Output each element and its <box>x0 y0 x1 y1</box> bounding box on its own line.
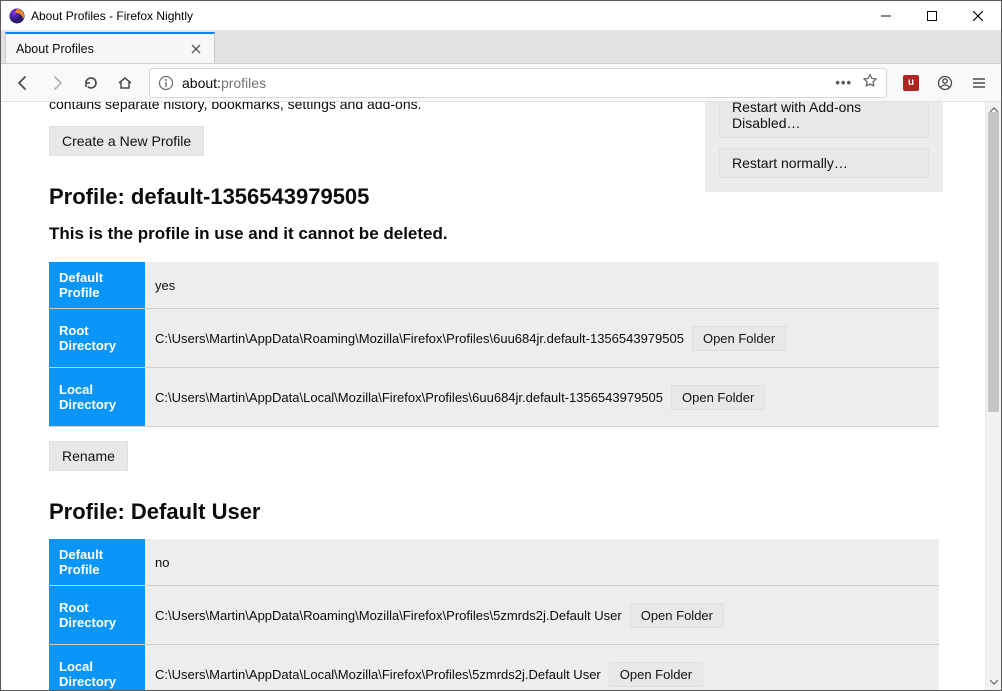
home-button[interactable] <box>109 68 141 98</box>
label-default-profile: Default Profile <box>49 262 145 309</box>
restart-normally-button[interactable]: Restart normally… <box>719 148 929 178</box>
browser-content: Restart with Add-ons Disabled… Restart n… <box>1 102 1001 690</box>
url-bar[interactable]: about:profiles ••• <box>149 68 887 98</box>
back-button[interactable] <box>7 68 39 98</box>
open-folder-button[interactable]: Open Folder <box>609 662 703 687</box>
open-folder-button[interactable]: Open Folder <box>671 385 765 410</box>
bookmark-star-icon[interactable] <box>862 73 878 92</box>
vertical-scrollbar[interactable] <box>985 102 1001 690</box>
site-info-icon[interactable] <box>158 75 174 91</box>
url-text: about:profiles <box>182 75 266 91</box>
minimize-button[interactable] <box>863 1 909 30</box>
reload-button[interactable] <box>75 68 107 98</box>
value-default-profile: no <box>145 539 939 586</box>
ublock-icon[interactable]: u <box>895 68 927 98</box>
label-root-directory: Root Directory <box>49 309 145 368</box>
tab-title: About Profiles <box>16 42 94 56</box>
profile-in-use-note: This is the profile in use and it cannot… <box>49 224 969 244</box>
label-default-profile: Default Profile <box>49 539 145 586</box>
value-root-directory: C:\Users\Martin\AppData\Roaming\Mozilla\… <box>155 608 622 623</box>
value-local-directory: C:\Users\Martin\AppData\Local\Mozilla\Fi… <box>155 667 601 682</box>
close-button[interactable] <box>955 1 1001 30</box>
restart-sidebar: Restart with Add-ons Disabled… Restart n… <box>705 102 943 192</box>
firefox-nightly-icon <box>9 8 25 24</box>
open-folder-button[interactable]: Open Folder <box>630 603 724 628</box>
open-folder-button[interactable]: Open Folder <box>692 326 786 351</box>
tab-strip: About Profiles <box>1 31 1001 64</box>
create-profile-button[interactable]: Create a New Profile <box>49 126 204 156</box>
label-root-directory: Root Directory <box>49 586 145 645</box>
page-actions-icon[interactable]: ••• <box>835 75 852 90</box>
tab-about-profiles[interactable]: About Profiles <box>5 32 215 63</box>
window-controls <box>863 1 1001 30</box>
value-root-directory: C:\Users\Martin\AppData\Roaming\Mozilla\… <box>155 331 684 346</box>
maximize-button[interactable] <box>909 1 955 30</box>
forward-button[interactable] <box>41 68 73 98</box>
navigation-toolbar: about:profiles ••• u <box>1 64 1001 102</box>
rename-button[interactable]: Rename <box>49 441 128 471</box>
value-default-profile: yes <box>145 262 939 309</box>
account-icon[interactable] <box>929 68 961 98</box>
window: About Profiles - Firefox Nightly About P… <box>0 0 1002 691</box>
tab-close-icon[interactable] <box>188 41 204 57</box>
window-title: About Profiles - Firefox Nightly <box>31 9 193 23</box>
profile-table: Default Profile no Root Directory C:\Use… <box>49 539 939 690</box>
page: Restart with Add-ons Disabled… Restart n… <box>1 102 969 690</box>
scrollbar-thumb[interactable] <box>988 112 999 412</box>
value-local-directory: C:\Users\Martin\AppData\Local\Mozilla\Fi… <box>155 390 663 405</box>
restart-addons-disabled-button[interactable]: Restart with Add-ons Disabled… <box>719 102 929 138</box>
app-menu-icon[interactable] <box>963 68 995 98</box>
label-local-directory: Local Directory <box>49 645 145 691</box>
label-local-directory: Local Directory <box>49 368 145 427</box>
scroll-down-icon[interactable] <box>986 674 1001 690</box>
titlebar: About Profiles - Firefox Nightly <box>1 1 1001 31</box>
profile-table: Default Profile yes Root Directory C:\Us… <box>49 262 939 427</box>
profile-heading: Profile: Default User <box>49 499 969 525</box>
